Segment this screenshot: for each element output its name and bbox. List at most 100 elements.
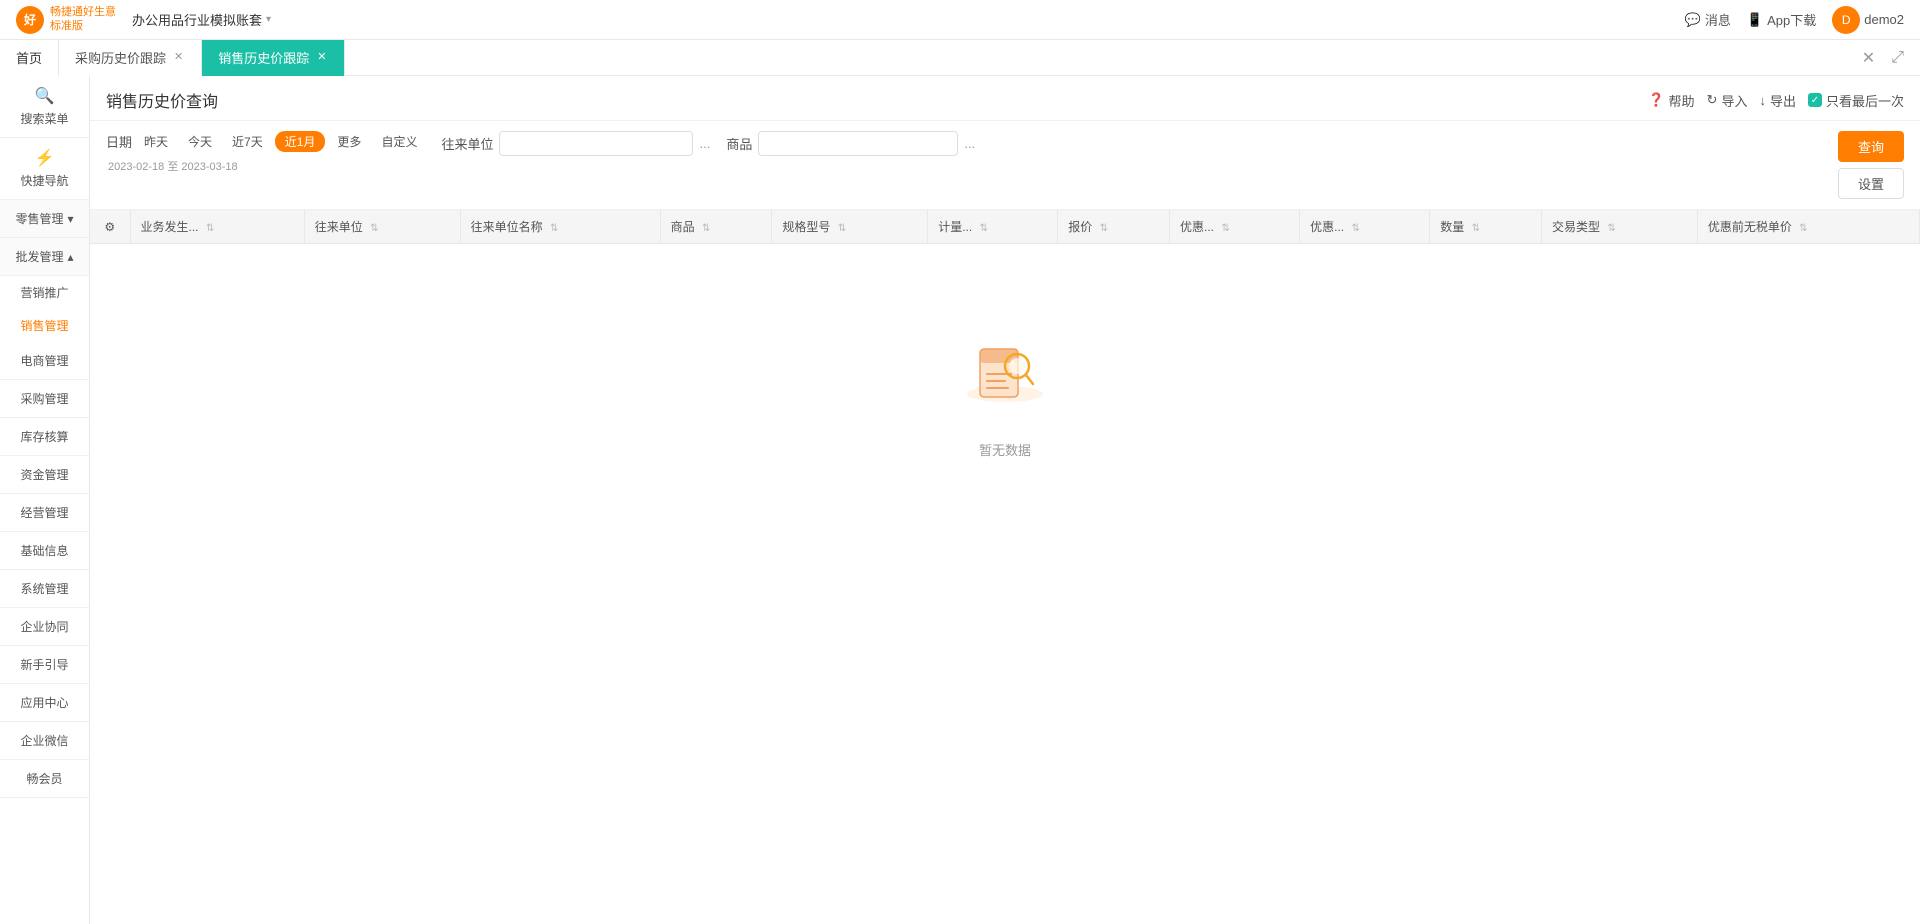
sidebar-item-search-menu[interactable]: 🔍 搜索菜单	[0, 76, 89, 138]
avatar: D	[1832, 6, 1860, 34]
logo-icon: 好	[16, 6, 44, 34]
product-filter-input[interactable]	[758, 131, 958, 156]
table-container: ⚙ 业务发生... ⇅ 往来单位 ⇅ 往来单位名称 ⇅	[90, 210, 1920, 924]
sort-icon: ⇅	[702, 223, 710, 234]
tab-sales-close-icon[interactable]: ✕	[315, 50, 328, 65]
product-filter-dots[interactable]: ...	[964, 136, 975, 151]
tab-purchase-close-icon[interactable]: ✕	[172, 50, 185, 65]
col-discount2[interactable]: 优惠... ⇅	[1300, 210, 1430, 244]
user-menu[interactable]: D demo2	[1832, 6, 1904, 34]
empty-state: 暂无数据	[90, 244, 1920, 539]
sort-icon: ⇅	[1607, 223, 1615, 234]
chevron-down-icon: ▾	[266, 14, 271, 25]
query-section: 查询 设置	[1838, 131, 1904, 199]
quick-nav-icon: ⚡	[35, 148, 55, 168]
sort-icon: ⇅	[1221, 223, 1229, 234]
date-btn-custom[interactable]: 自定义	[373, 131, 425, 152]
col-quantity[interactable]: 数量 ⇅	[1430, 210, 1542, 244]
date-btn-last7days[interactable]: 近7天	[224, 131, 271, 152]
tab-sales-history[interactable]: 销售历史价跟踪 ✕	[202, 40, 345, 76]
partner-filter-group: 往来单位 ...	[441, 131, 710, 156]
date-range-display: 2023-02-18 至 2023-03-18	[106, 158, 425, 174]
date-btn-more[interactable]: 更多	[329, 131, 369, 152]
sort-icon: ⇅	[1100, 223, 1108, 234]
sort-icon: ⇅	[1472, 223, 1480, 234]
logo-area: 好 畅捷通好生意 标准版	[16, 6, 116, 34]
sidebar-item-new-guide[interactable]: 新手引导	[0, 646, 89, 684]
sort-icon: ⇅	[550, 223, 558, 234]
partner-filter-input[interactable]	[499, 131, 693, 156]
sidebar-item-wholesale-mgmt[interactable]: 批发管理 ▴	[0, 238, 89, 276]
product-filter-label: 商品	[726, 134, 752, 153]
sidebar-item-purchase-mgmt[interactable]: 采购管理	[0, 380, 89, 418]
sidebar-item-app-center[interactable]: 应用中心	[0, 684, 89, 722]
col-discount1[interactable]: 优惠... ⇅	[1170, 210, 1300, 244]
chevron-up-icon: ▴	[67, 250, 73, 264]
filter-bar: 日期 昨天 今天 近7天 近1月 更多 自定义 2023-02-18 至 202…	[90, 121, 1920, 210]
export-button[interactable]: ↓ 导出	[1759, 91, 1796, 110]
message-action[interactable]: 💬 消息	[1685, 10, 1731, 29]
content-area: 销售历史价查询 ❓ 帮助 ↻ 导入 ↓ 导出 ✓ 只看最后一次	[90, 76, 1920, 924]
col-product[interactable]: 商品 ⇅	[660, 210, 772, 244]
col-spec[interactable]: 规格型号 ⇅	[772, 210, 928, 244]
settings-button[interactable]: 设置	[1838, 168, 1904, 199]
sort-icon: ⇅	[206, 223, 214, 234]
partner-filter-dots[interactable]: ...	[699, 136, 710, 151]
partner-filter-label: 往来单位	[441, 134, 493, 153]
date-btn-last1month[interactable]: 近1月	[275, 131, 326, 152]
date-filter-row: 日期 昨天 今天 近7天 近1月 更多 自定义	[106, 131, 425, 152]
tab-purchase-history[interactable]: 采购历史价跟踪 ✕	[59, 40, 202, 76]
sidebar-item-ecom-mgmt[interactable]: 电商管理	[0, 342, 89, 380]
sidebar-item-member[interactable]: 畅会员	[0, 760, 89, 798]
query-button[interactable]: 查询	[1838, 131, 1904, 162]
sidebar-item-enterprise-wechat[interactable]: 企业微信	[0, 722, 89, 760]
help-button[interactable]: ❓ 帮助	[1648, 91, 1694, 110]
sort-icon: ⇅	[980, 223, 988, 234]
data-table: ⚙ 业务发生... ⇅ 往来单位 ⇅ 往来单位名称 ⇅	[90, 210, 1920, 244]
only-last-checkbox-area[interactable]: ✓ 只看最后一次	[1808, 91, 1904, 110]
sidebar-item-enterprise-collab[interactable]: 企业协同	[0, 608, 89, 646]
sort-icon: ⇅	[1351, 223, 1359, 234]
message-icon: 💬	[1685, 12, 1701, 28]
date-filter-section: 日期 昨天 今天 近7天 近1月 更多 自定义 2023-02-18 至 202…	[106, 131, 425, 174]
sidebar-item-marketing[interactable]: 营销推广	[0, 276, 89, 309]
sidebar-item-quick-nav[interactable]: ⚡ 快捷导航	[0, 138, 89, 200]
date-filter-label: 日期	[106, 132, 132, 151]
logo-text: 畅捷通好生意 标准版	[50, 6, 116, 32]
col-price[interactable]: 报价 ⇅	[1058, 210, 1170, 244]
date-btn-yesterday[interactable]: 昨天	[136, 131, 176, 152]
sidebar-item-retail-mgmt[interactable]: 零售管理 ▾	[0, 200, 89, 238]
tab-maximize-icon[interactable]: ⤢	[1887, 45, 1908, 71]
page-title: 销售历史价查询	[106, 88, 218, 112]
chevron-down-icon: ▾	[67, 212, 73, 226]
gear-icon[interactable]: ⚙	[104, 220, 115, 234]
sidebar-item-finance-mgmt[interactable]: 资金管理	[0, 456, 89, 494]
tab-home[interactable]: 首页	[0, 40, 59, 76]
col-partner-code[interactable]: 往来单位 ⇅	[304, 210, 460, 244]
sidebar-item-basic-info[interactable]: 基础信息	[0, 532, 89, 570]
page-header: 销售历史价查询 ❓ 帮助 ↻ 导入 ↓ 导出 ✓ 只看最后一次	[90, 76, 1920, 121]
date-btn-today[interactable]: 今天	[180, 131, 220, 152]
col-trade-type[interactable]: 交易类型 ⇅	[1541, 210, 1697, 244]
import-button[interactable]: ↻ 导入	[1707, 91, 1748, 110]
col-unit[interactable]: 计量... ⇅	[928, 210, 1058, 244]
sort-icon: ⇅	[1799, 223, 1807, 234]
sidebar-item-sales-mgmt[interactable]: 销售管理	[0, 309, 89, 342]
col-settings[interactable]: ⚙	[90, 210, 130, 244]
sidebar: 🔍 搜索菜单 ⚡ 快捷导航 零售管理 ▾ 批发管理 ▴ 营销推广 销售管理 电商…	[0, 76, 90, 924]
page-actions: ❓ 帮助 ↻ 导入 ↓ 导出 ✓ 只看最后一次	[1648, 91, 1904, 110]
col-partner-name[interactable]: 往来单位名称 ⇅	[460, 210, 660, 244]
header-right: 💬 消息 📱 App下载 D demo2	[1685, 6, 1904, 34]
import-icon: ↻	[1707, 92, 1718, 108]
col-biz-date[interactable]: 业务发生... ⇅	[130, 210, 304, 244]
col-pre-tax-price[interactable]: 优惠前无税单价 ⇅	[1697, 210, 1919, 244]
app-download-action[interactable]: 📱 App下载	[1747, 10, 1816, 29]
sidebar-item-inventory[interactable]: 库存核算	[0, 418, 89, 456]
tab-close-all-icon[interactable]: ✕	[1858, 44, 1879, 72]
app-download-icon: 📱	[1747, 12, 1763, 28]
sidebar-item-operations-mgmt[interactable]: 经营管理	[0, 494, 89, 532]
header-left: 好 畅捷通好生意 标准版 办公用品行业模拟账套 ▾	[16, 6, 279, 34]
sidebar-item-system-mgmt[interactable]: 系统管理	[0, 570, 89, 608]
only-last-checkbox[interactable]: ✓	[1808, 93, 1822, 107]
app-selector[interactable]: 办公用品行业模拟账套 ▾	[124, 6, 279, 33]
